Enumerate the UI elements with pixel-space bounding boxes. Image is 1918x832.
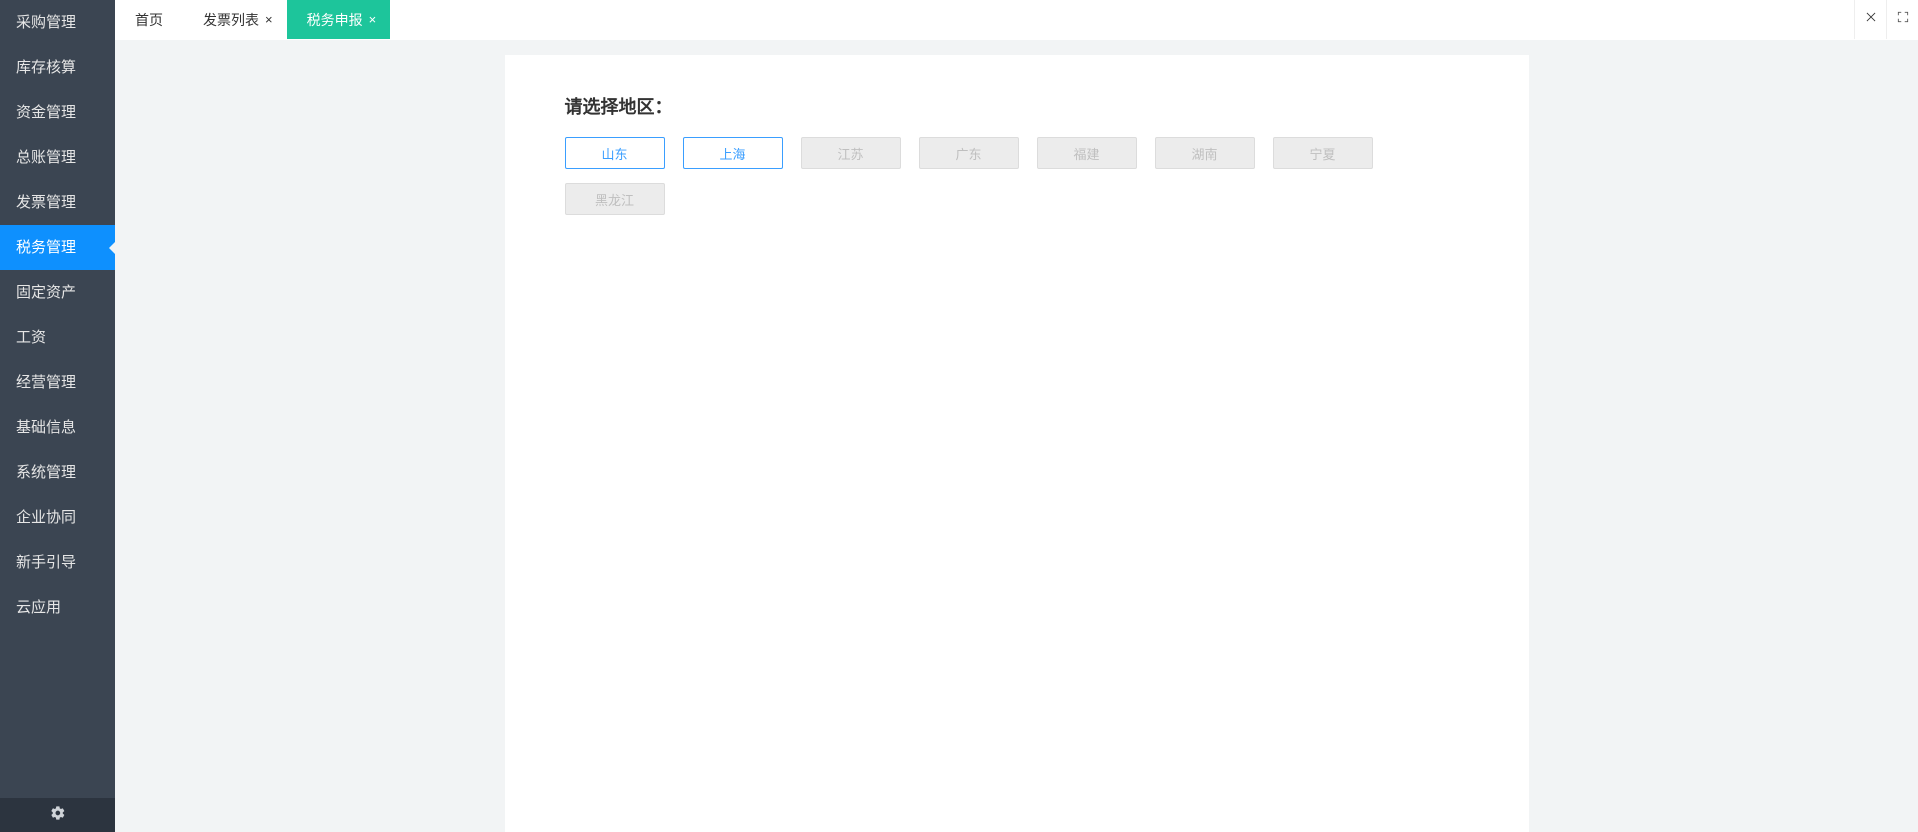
- sidebar-item-label: 云应用: [16, 599, 61, 616]
- region-button[interactable]: 山东: [565, 137, 665, 169]
- tab-label: 发票列表: [203, 10, 259, 30]
- panel-title: 请选择地区：: [565, 93, 1469, 119]
- content-area: 请选择地区： 山东 上海 江苏 广东 福建 湖南 宁夏黑龙江: [115, 40, 1918, 832]
- sidebar-item-label: 固定资产: [16, 284, 76, 301]
- sidebar-item[interactable]: 工资: [0, 315, 115, 360]
- region-button: 江苏: [801, 137, 901, 169]
- sidebar-item[interactable]: 新手引导: [0, 540, 115, 585]
- sidebar-item[interactable]: 发票管理: [0, 180, 115, 225]
- tab[interactable]: 税务申报 ×: [287, 0, 391, 39]
- region-button-label: 上海: [719, 144, 745, 163]
- sidebar-item-label: 基础信息: [16, 419, 76, 436]
- tabs-bar: 首页 发票列表 × 税务申报 ×: [115, 0, 1918, 40]
- sidebar-item-label: 新手引导: [16, 554, 76, 571]
- sidebar-item-label: 总账管理: [16, 149, 76, 166]
- region-button-label: 湖南: [1191, 144, 1217, 163]
- close-icon[interactable]: ×: [265, 13, 273, 26]
- tab-label: 首页: [135, 10, 163, 30]
- region-button-label: 广东: [955, 144, 981, 163]
- sidebar-item[interactable]: 云应用: [0, 585, 115, 630]
- sidebar-item-label: 资金管理: [16, 104, 76, 121]
- sidebar-item-label: 工资: [16, 329, 46, 346]
- sidebar-item-label: 发票管理: [16, 194, 76, 211]
- region-button: 黑龙江: [565, 183, 665, 215]
- tab[interactable]: 发票列表 ×: [183, 0, 287, 39]
- sidebar-item-label: 税务管理: [16, 239, 76, 256]
- tab[interactable]: 首页: [115, 0, 183, 39]
- sidebar-item-label: 库存核算: [16, 59, 76, 76]
- sidebar-item-label: 经营管理: [16, 374, 76, 391]
- region-select-panel: 请选择地区： 山东 上海 江苏 广东 福建 湖南 宁夏黑龙江: [505, 55, 1529, 832]
- sidebar-item[interactable]: 固定资产: [0, 270, 115, 315]
- region-button-label: 福建: [1073, 144, 1099, 163]
- region-button[interactable]: 上海: [683, 137, 783, 169]
- close-icon: [1864, 10, 1878, 29]
- region-button-label: 宁夏: [1309, 144, 1335, 163]
- sidebar-item-label: 采购管理: [16, 14, 76, 31]
- sidebar-item[interactable]: 库存核算: [0, 45, 115, 90]
- close-all-tabs-button[interactable]: [1854, 0, 1886, 39]
- sidebar-settings-button[interactable]: [0, 798, 115, 832]
- sidebar-item-label: 企业协同: [16, 509, 76, 526]
- sidebar-item[interactable]: 企业协同: [0, 495, 115, 540]
- region-button-label: 江苏: [837, 144, 863, 163]
- sidebar-item[interactable]: 采购管理: [0, 0, 115, 45]
- region-button: 宁夏: [1273, 137, 1373, 169]
- region-button: 福建: [1037, 137, 1137, 169]
- region-button: 湖南: [1155, 137, 1255, 169]
- region-button: 广东: [919, 137, 1019, 169]
- fullscreen-icon: [1896, 10, 1910, 29]
- sidebar-item[interactable]: 总账管理: [0, 135, 115, 180]
- sidebar-item[interactable]: 基础信息: [0, 405, 115, 450]
- sidebar-item[interactable]: 资金管理: [0, 90, 115, 135]
- sidebar-item[interactable]: 系统管理: [0, 450, 115, 495]
- sidebar-item[interactable]: 经营管理: [0, 360, 115, 405]
- fullscreen-button[interactable]: [1886, 0, 1918, 39]
- sidebar-item[interactable]: 税务管理: [0, 225, 115, 270]
- tab-label: 税务申报: [307, 10, 363, 30]
- gear-icon: [50, 805, 66, 826]
- close-icon[interactable]: ×: [369, 13, 377, 26]
- region-button-label: 黑龙江: [595, 190, 634, 209]
- sidebar: 采购管理库存核算资金管理总账管理发票管理税务管理固定资产工资经营管理基础信息系统…: [0, 0, 115, 832]
- region-button-label: 山东: [601, 144, 627, 163]
- sidebar-item-label: 系统管理: [16, 464, 76, 481]
